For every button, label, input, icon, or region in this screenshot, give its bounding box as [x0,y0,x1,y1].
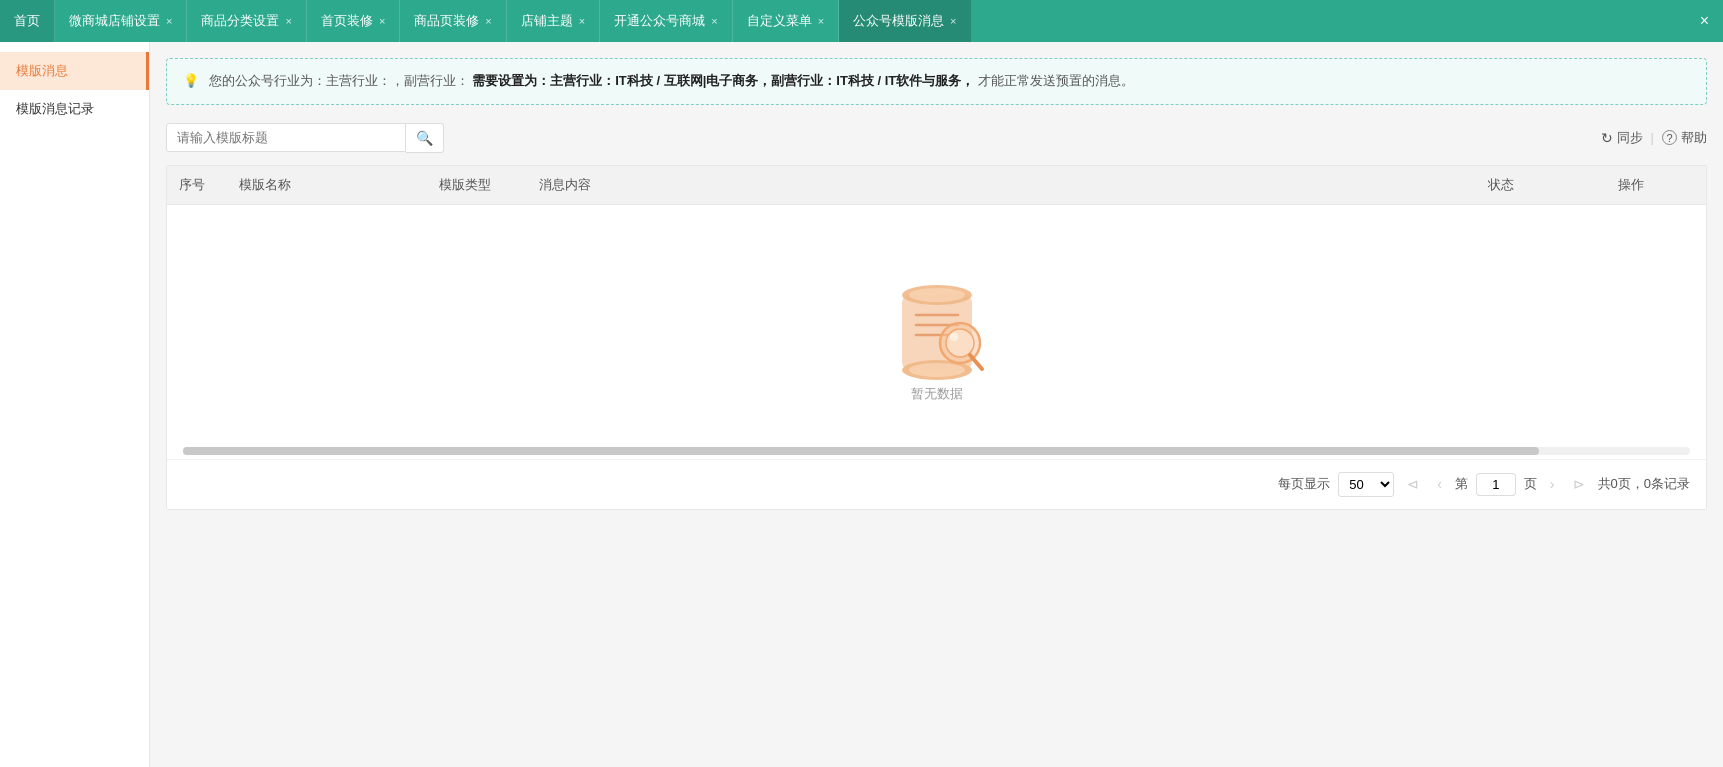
col-header-type: 模版类型 [427,166,527,205]
scroll-wrap [167,443,1706,459]
sync-icon: ↻ [1601,130,1613,146]
notice-icon: 💡 [183,73,199,88]
nav-tab-template-msg[interactable]: 公众号模版消息 × [839,0,971,42]
empty-row: 暂无数据 [167,204,1706,443]
first-page-button[interactable]: ⊲ [1402,474,1424,494]
data-table: 序号 模版名称 模版类型 消息内容 状态 操作 [167,166,1706,443]
prev-page-button[interactable]: ‹ [1432,474,1447,494]
empty-illustration [872,265,1002,385]
close-tab-product-decor[interactable]: × [485,15,491,27]
help-icon: ? [1662,130,1677,145]
nav-tab-wechat-shop[interactable]: 开通公众号商城 × [600,0,732,42]
next-page-button[interactable]: › [1545,474,1560,494]
col-header-name: 模版名称 [227,166,427,205]
top-nav: 首页 微商城店铺设置 × 商品分类设置 × 首页装修 × 商品页装修 × 店铺主… [0,0,1723,42]
sidebar: 模版消息 模版消息记录 [0,42,150,767]
toolbar-right: ↻ 同步 | ? 帮助 [1601,129,1707,147]
empty-text: 暂无数据 [911,385,963,403]
svg-point-5 [909,363,965,377]
col-header-content: 消息内容 [527,166,1476,205]
content-area: 💡 您的公众号行业为：主营行业：，副营行业： 需要设置为：主营行业：IT科技 /… [150,42,1723,767]
sidebar-item-template-msg[interactable]: 模版消息 [0,52,149,90]
nav-tab-product-decor[interactable]: 商品页装修 × [400,0,506,42]
close-tab-theme[interactable]: × [579,15,585,27]
toolbar-divider: | [1651,130,1654,145]
close-all-button[interactable]: × [1686,0,1723,42]
nav-tab-home-decor[interactable]: 首页装修 × [307,0,400,42]
sidebar-item-template-msg-log[interactable]: 模版消息记录 [0,90,149,128]
svg-point-3 [909,288,965,302]
svg-point-12 [950,333,958,341]
page-number-input[interactable] [1476,473,1516,496]
close-tab-home-decor[interactable]: × [379,15,385,27]
search-input[interactable] [166,123,406,152]
col-header-status: 状态 [1476,166,1606,205]
notice-box: 💡 您的公众号行业为：主营行业：，副营行业： 需要设置为：主营行业：IT科技 /… [166,58,1707,105]
help-button[interactable]: ? 帮助 [1662,129,1707,147]
search-bar: 🔍 ↻ 同步 | ? 帮助 [166,123,1707,153]
main-layout: 模版消息 模版消息记录 💡 您的公众号行业为：主营行业：，副营行业： 需要设置为… [0,42,1723,767]
empty-state: 暂无数据 [167,205,1706,443]
close-tab-wechat-shop[interactable]: × [711,15,717,27]
pagination-bar: 每页显示 10 20 50 100 ⊲ ‹ 第 页 › ⊳ 共0页，0条记录 [167,459,1706,509]
table-container: 序号 模版名称 模版类型 消息内容 状态 操作 [166,165,1707,510]
svg-point-10 [946,329,974,357]
sync-button[interactable]: ↻ 同步 [1601,129,1643,147]
close-tab-template-msg[interactable]: × [950,15,956,27]
close-tab-shop-settings[interactable]: × [166,15,172,27]
nav-tab-category[interactable]: 商品分类设置 × [187,0,306,42]
scroll-thumb[interactable] [183,447,1539,455]
page-size-select[interactable]: 10 20 50 100 [1338,472,1394,497]
search-button[interactable]: 🔍 [406,123,444,153]
col-header-index: 序号 [167,166,227,205]
nav-tab-theme[interactable]: 店铺主题 × [507,0,600,42]
table-body: 暂无数据 [167,204,1706,443]
col-header-action: 操作 [1606,166,1706,205]
scroll-track[interactable] [183,447,1690,455]
close-tab-category[interactable]: × [285,15,291,27]
nav-tab-shop-settings[interactable]: 微商城店铺设置 × [55,0,187,42]
search-icon: 🔍 [416,130,433,146]
table-header: 序号 模版名称 模版类型 消息内容 状态 操作 [167,166,1706,205]
nav-tab-home[interactable]: 首页 [0,0,55,42]
nav-tab-custom-menu[interactable]: 自定义菜单 × [733,0,839,42]
close-tab-custom-menu[interactable]: × [818,15,824,27]
last-page-button[interactable]: ⊳ [1568,474,1590,494]
